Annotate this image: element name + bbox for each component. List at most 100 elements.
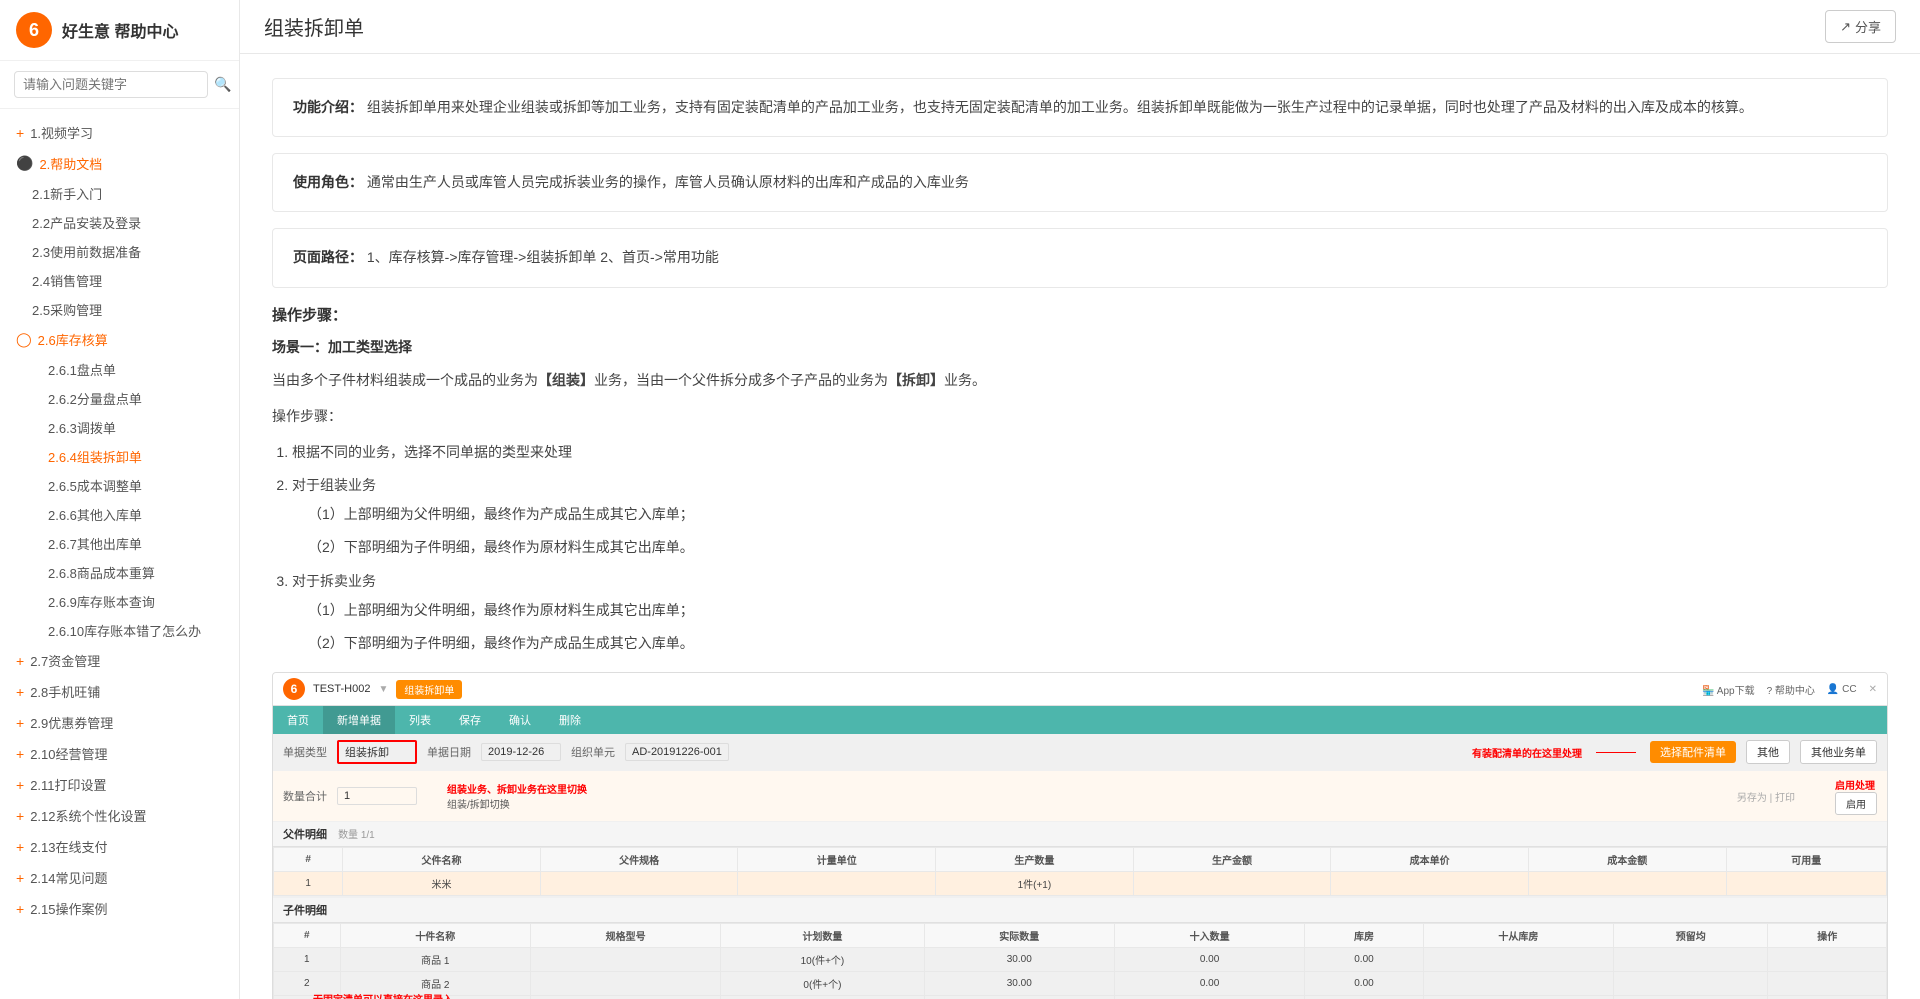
ops-steps-label: 操作步骤： [272, 403, 1888, 430]
mock-section-bottom: 子件明细 [273, 898, 1887, 923]
sidebar-item-assembly[interactable]: 2.6.4组装拆卸单 [0, 442, 239, 471]
sidebar-item-goodscost[interactable]: 2.6.8商品成本重算 [0, 558, 239, 587]
screenshot-container: 6 TEST-H002 ▼ 组装拆卸单 🏪 App下载 ? 帮助中心 👤 CC … [272, 672, 1888, 999]
mock-org-field[interactable]: AD-20191226-001 [625, 743, 729, 761]
search-box: 🔍 [0, 61, 239, 109]
logo-text: 好生意 帮助中心 [62, 18, 178, 42]
toolbar-delete[interactable]: 删除 [545, 706, 595, 734]
content-area: 功能介绍： 组装拆卸单用来处理企业组装或拆卸等加工业务，支持有固定装配清单的产品… [240, 54, 1920, 999]
sidebar-item-otherin[interactable]: 2.6.6其他入库单 [0, 500, 239, 529]
annotation-direct-input: 无固定清单可以直接在这里录入 [313, 995, 453, 999]
annotation-switch: 组装业务、拆卸业务在这里切换 [447, 785, 587, 796]
search-icon[interactable]: 🔍 [214, 76, 231, 93]
sidebar-item-mobile[interactable]: + 2.8手机旺铺 [0, 676, 239, 707]
mock-user-icon: 👤 CC [1827, 684, 1857, 695]
sidebar-item-onlinepay[interactable]: + 2.13在线支付 [0, 831, 239, 862]
toolbar-list[interactable]: 列表 [395, 706, 445, 734]
mock-top-table: # 父件名称 父件规格 计量单位 生产数量 生产金额 成本单价 成本金额 可用量 [273, 847, 1887, 896]
mock-other2-btn[interactable]: 其他业务单 [1800, 740, 1877, 764]
step-1: 根据不同的业务，选择不同单据的类型来处理 [292, 440, 1888, 465]
mock-select-btn[interactable]: 选择配件清单 [1650, 741, 1736, 763]
sidebar-item-bizmgmt[interactable]: + 2.10经营管理 [0, 738, 239, 769]
nav-list: + 1.视频学习 ⚫ 2.帮助文档 2.1新手入门 2.2产品安装及登录 2.3… [0, 109, 239, 999]
mock-top-table-wrapper: # 父件名称 父件规格 计量单位 生产数量 生产金额 成本单价 成本金额 可用量 [273, 847, 1887, 896]
func-intro-box: 功能介绍： 组装拆卸单用来处理企业组装或拆卸等加工业务，支持有固定装配清单的产品… [272, 78, 1888, 137]
step-3-sub-2: （2）下部明细为子件明细，最终作为产成品生成其它入库单。 [308, 631, 1888, 656]
mock-date-field[interactable]: 2019-12-26 [481, 743, 561, 761]
table-row: 2 商品 2 0(件+个) 30.00 0.00 0.00 [274, 972, 1887, 996]
annotation-line-1 [1596, 752, 1636, 753]
role-intro-box: 使用角色： 通常由生产人员或库管人员完成拆装业务的操作，库管人员确认原材料的出库… [272, 153, 1888, 212]
logo-icon: 6 [16, 12, 52, 48]
toolbar-confirm[interactable]: 确认 [495, 706, 545, 734]
main-panel: 组装拆卸单 ↗ 分享 功能介绍： 组装拆卸单用来处理企业组装或拆卸等加工业务，支… [240, 0, 1920, 999]
mock-switch-label: 组装/拆卸切换 [447, 800, 510, 811]
mock-activate-btn[interactable]: 启用 [1835, 792, 1877, 815]
step-3-sub-1: （1）上部明细为父件明细，最终作为原材料生成其它出库单； [308, 598, 1888, 623]
mock-bottom-table-wrapper: 无固定清单可以直接在这里录入 # 十件名称 规格型号 计划数量 实际数量 十入数… [273, 923, 1887, 999]
annotation-clearinglist: 有装配清单的在这里处理 [1472, 745, 1582, 760]
sidebar-item-video-label: 1.视频学习 [30, 123, 93, 142]
sidebar-item-costadj[interactable]: 2.6.5成本调整单 [0, 471, 239, 500]
mock-logo: 6 [283, 678, 305, 700]
path-intro-label: 页面路径： [293, 249, 363, 265]
role-intro-text: 通常由生产人员或库管人员完成拆装业务的操作，库管人员确认原材料的出库和产成品的入… [367, 174, 969, 190]
sidebar-item-newbie[interactable]: 2.1新手入门 [0, 179, 239, 208]
share-button[interactable]: ↗ 分享 [1825, 10, 1896, 43]
mock-header-right: 🏪 App下载 ? 帮助中心 👤 CC ✕ [1702, 682, 1877, 697]
sidebar-item-inventory[interactable]: ◯ 2.6库存核算 [0, 324, 239, 355]
sidebar-item-helpdoc-label: 2.帮助文档 [39, 154, 102, 173]
mock-appstore-icon: 🏪 App下载 [1702, 682, 1754, 697]
sidebar-item-adjust[interactable]: 2.6.3调拨单 [0, 413, 239, 442]
table-row: 3 [274, 996, 1887, 999]
step-2-sub-1: （1）上部明细为父件明细，最终作为产成品生成其它入库单； [308, 502, 1888, 527]
sidebar-item-purchase[interactable]: 2.5采购管理 [0, 295, 239, 324]
sidebar-item-otherout[interactable]: 2.6.7其他出库单 [0, 529, 239, 558]
search-input[interactable] [14, 71, 208, 98]
sidebar-item-fund[interactable]: + 2.7资金管理 [0, 645, 239, 676]
mock-form-row-1: 单据类型 组装拆卸 单据日期 2019-12-26 组织单元 AD-201912… [273, 734, 1887, 771]
logo-area: 6 好生意 帮助中心 [0, 0, 239, 61]
mock-type-field[interactable]: 组装拆卸 [337, 740, 417, 764]
sidebar-item-helpdoc[interactable]: ⚫ 2.帮助文档 [0, 148, 239, 179]
sidebar-item-inventory-label: 2.6库存核算 [38, 330, 108, 349]
top-bar: 组装拆卸单 ↗ 分享 [240, 0, 1920, 54]
func-intro-text: 组装拆卸单用来处理企业组装或拆卸等加工业务，支持有固定装配清单的产品加工业务，也… [367, 99, 1753, 115]
mock-bottom-table: # 十件名称 规格型号 计划数量 实际数量 十入数量 库房 十从库房 预留均 操… [273, 923, 1887, 999]
table-row: 1 商品 1 10(件+个) 30.00 0.00 0.00 [274, 948, 1887, 972]
mock-new-btn[interactable]: 组装拆卸单 [396, 680, 462, 699]
func-intro-label: 功能介绍： [293, 99, 363, 115]
path-intro-box: 页面路径： 1、库存核算->库存管理->组装拆卸单 2、首页->常用功能 [272, 228, 1888, 287]
sidebar-item-install[interactable]: 2.2产品安装及登录 [0, 208, 239, 237]
sidebar-item-coupon[interactable]: + 2.9优惠券管理 [0, 707, 239, 738]
sidebar-item-sales[interactable]: 2.4销售管理 [0, 266, 239, 295]
toolbar-add[interactable]: 新增单据 [323, 706, 395, 734]
scene1-title: 场景一：加工类型选择 [272, 337, 1888, 357]
minus-icon: ⚫ [16, 155, 33, 172]
mock-header-title: TEST-H002 [313, 683, 370, 695]
sidebar-item-custom[interactable]: + 2.12系统个性化设置 [0, 800, 239, 831]
annotation-activate: 启用处理 [1835, 781, 1875, 792]
mock-qty-total: 1 [337, 787, 417, 805]
plus-icon: + [16, 125, 24, 141]
mock-app-header: 6 TEST-H002 ▼ 组装拆卸单 🏪 App下载 ? 帮助中心 👤 CC … [273, 673, 1887, 706]
mock-version-icon: ▼ [378, 684, 388, 695]
toolbar-save[interactable]: 保存 [445, 706, 495, 734]
mock-close-icon[interactable]: ✕ [1869, 684, 1877, 695]
sidebar-item-cases[interactable]: + 2.15操作案例 [0, 893, 239, 924]
minus-icon-2: ◯ [16, 331, 32, 348]
ops-title: 操作步骤： [272, 304, 1888, 325]
sidebar-item-stockcheck[interactable]: 2.6.1盘点单 [0, 355, 239, 384]
sidebar-item-stockquery[interactable]: 2.6.9库存账本查询 [0, 587, 239, 616]
mock-toolbar: 首页 新增单据 列表 保存 确认 删除 [273, 706, 1887, 734]
sidebar-item-dataprep[interactable]: 2.3使用前数据准备 [0, 237, 239, 266]
sidebar-item-stockerror[interactable]: 2.6.10库存账本错了怎么办 [0, 616, 239, 645]
sidebar-item-faq[interactable]: + 2.14常见问题 [0, 862, 239, 893]
toolbar-home[interactable]: 首页 [273, 706, 323, 734]
sidebar-item-partialcheck[interactable]: 2.6.2分量盘点单 [0, 384, 239, 413]
mock-other-btn[interactable]: 其他 [1746, 740, 1790, 764]
scene1-desc: 当由多个子件材料组装成一个成品的业务为【组装】业务，当由一个父件拆分成多个子产品… [272, 367, 1888, 394]
share-icon: ↗ [1840, 19, 1851, 35]
sidebar-item-print[interactable]: + 2.11打印设置 [0, 769, 239, 800]
sidebar-item-video[interactable]: + 1.视频学习 [0, 117, 239, 148]
